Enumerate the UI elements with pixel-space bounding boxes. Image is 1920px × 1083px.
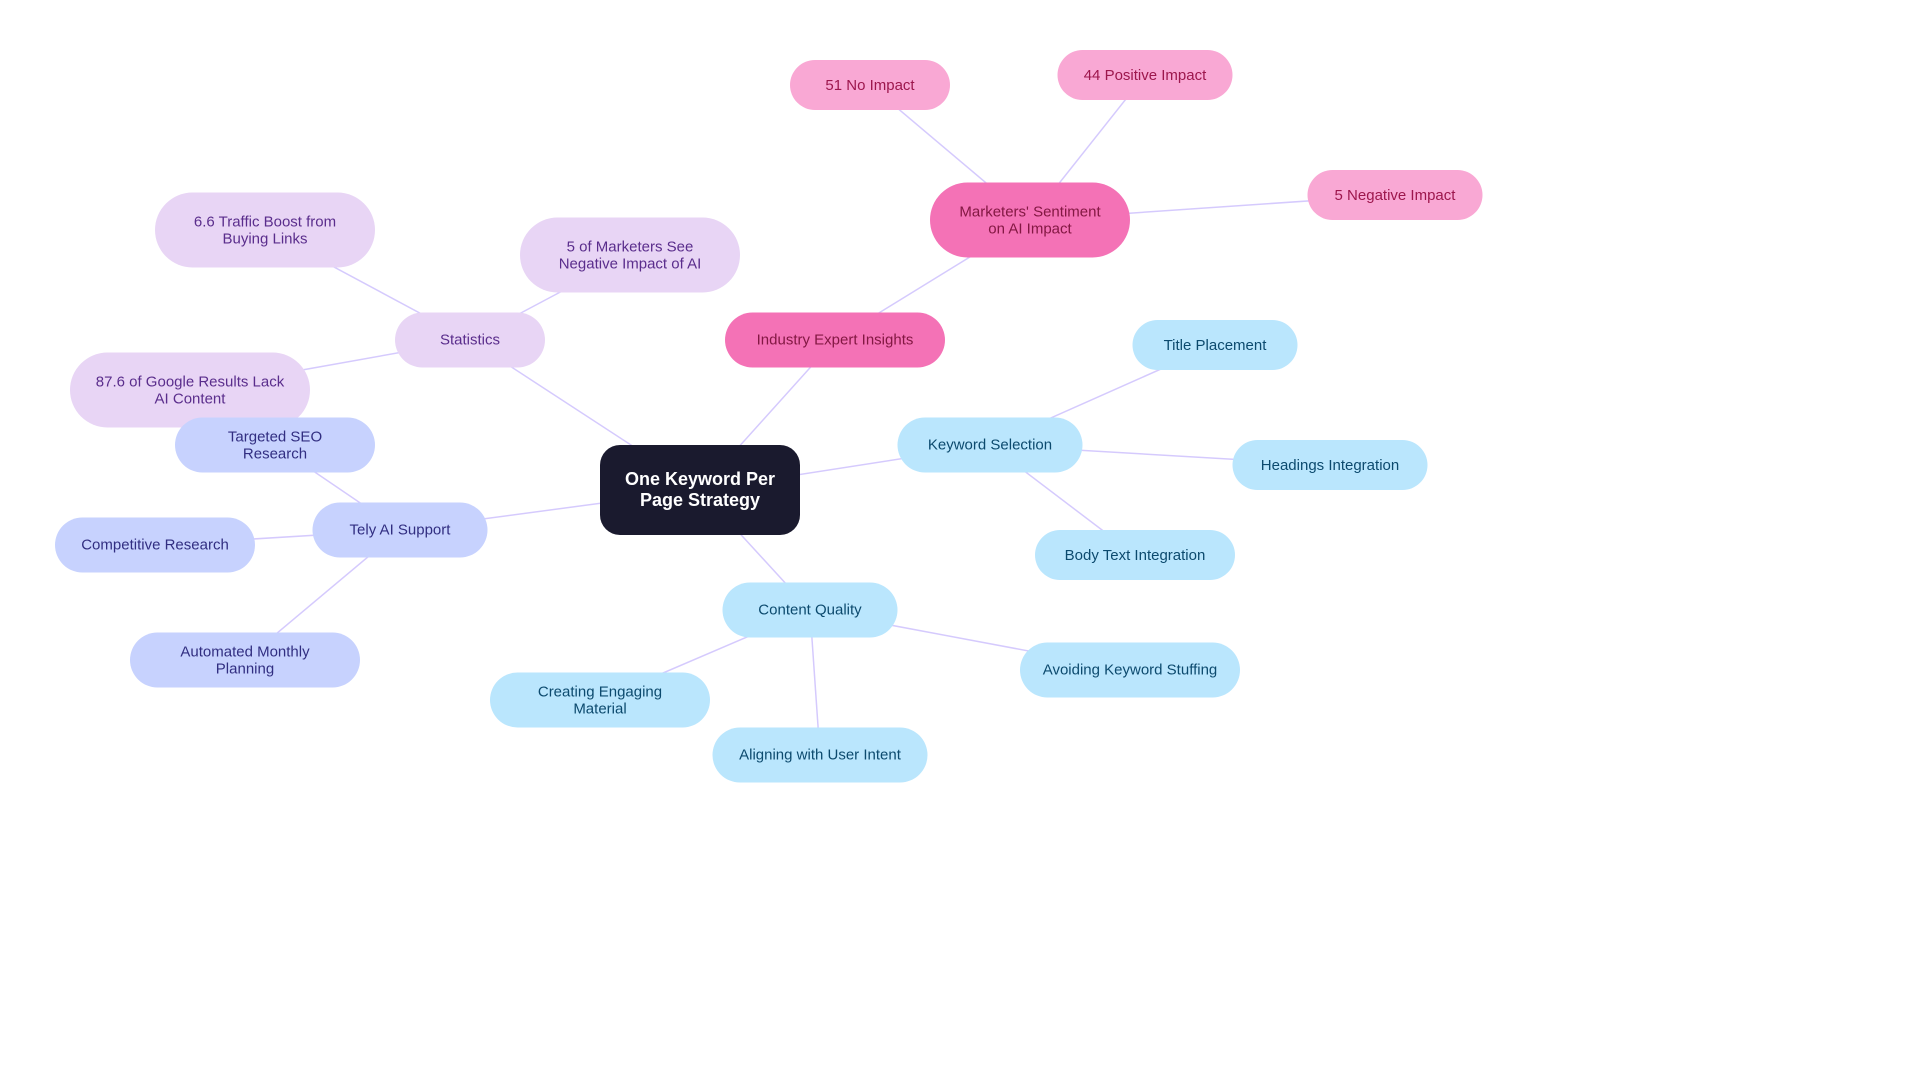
node-targeted-seo[interactable]: Targeted SEO Research	[175, 418, 375, 473]
node-content-quality[interactable]: Content Quality	[723, 583, 898, 638]
node-industry-insights[interactable]: Industry Expert Insights	[725, 313, 945, 368]
node-statistics[interactable]: Statistics	[395, 313, 545, 368]
node-headings-integration[interactable]: Headings Integration	[1233, 440, 1428, 490]
connections-svg	[0, 0, 1920, 1083]
node-tely-ai[interactable]: Tely AI Support	[313, 503, 488, 558]
node-negative-impact[interactable]: 5 Negative Impact	[1308, 170, 1483, 220]
node-google-results[interactable]: 87.6 of Google Results Lack AI Content	[70, 353, 310, 428]
node-no-impact[interactable]: 51 No Impact	[790, 60, 950, 110]
center-node[interactable]: One Keyword Per Page Strategy	[600, 445, 800, 535]
node-traffic-boost[interactable]: 6.6 Traffic Boost from Buying Links	[155, 193, 375, 268]
node-title-placement[interactable]: Title Placement	[1133, 320, 1298, 370]
node-creating-engaging[interactable]: Creating Engaging Material	[490, 673, 710, 728]
node-positive-impact[interactable]: 44 Positive Impact	[1058, 50, 1233, 100]
node-keyword-selection[interactable]: Keyword Selection	[898, 418, 1083, 473]
node-competitive-research[interactable]: Competitive Research	[55, 518, 255, 573]
node-body-text[interactable]: Body Text Integration	[1035, 530, 1235, 580]
node-marketers-sentiment[interactable]: Marketers' Sentiment on AI Impact	[930, 183, 1130, 258]
node-automated-planning[interactable]: Automated Monthly Planning	[130, 633, 360, 688]
mind-map: One Keyword Per Page Strategy Statistics 6…	[0, 0, 1920, 1083]
node-avoiding-stuffing[interactable]: Avoiding Keyword Stuffing	[1020, 643, 1240, 698]
node-negative-impact-stat[interactable]: 5 of Marketers See Negative Impact of AI	[520, 218, 740, 293]
node-aligning-intent[interactable]: Aligning with User Intent	[713, 728, 928, 783]
